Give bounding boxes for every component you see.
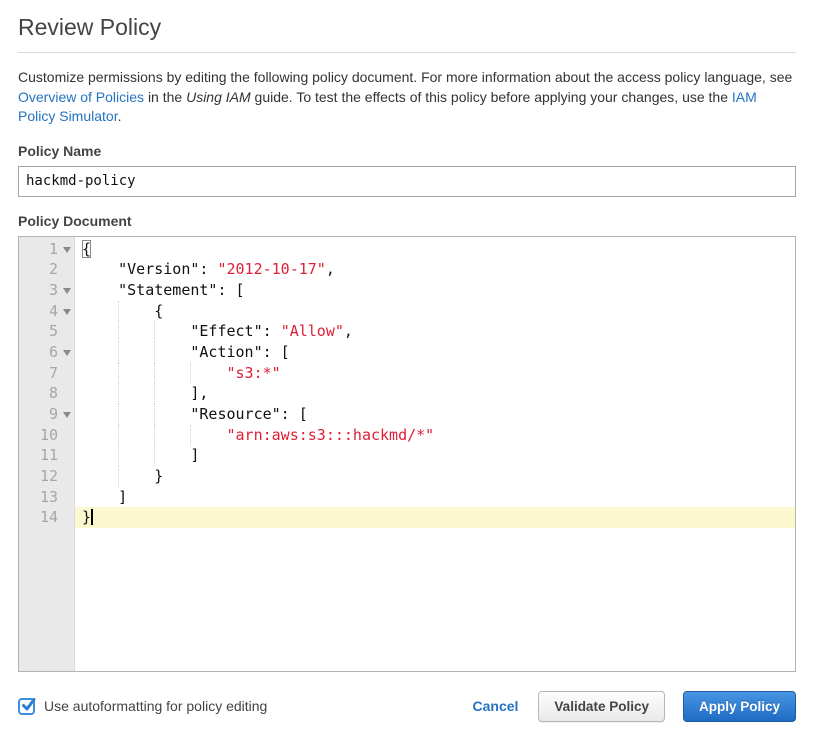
indent-guide	[154, 363, 155, 384]
guide-name-text: Using IAM	[186, 89, 251, 105]
code-line[interactable]: }	[75, 466, 795, 487]
intro-part3: guide. To test the effects of this polic…	[255, 89, 728, 105]
page-title: Review Policy	[18, 14, 796, 53]
policy-document-label: Policy Document	[18, 213, 796, 229]
indent-guide	[118, 404, 119, 425]
code-string-token: "s3:*"	[227, 364, 281, 382]
code-line[interactable]: "Resource": [	[75, 404, 795, 425]
fold-arrow-icon[interactable]	[63, 350, 71, 356]
code-line[interactable]: }	[75, 507, 795, 528]
gutter-line-number: 2	[19, 259, 74, 280]
editor-code-area[interactable]: { "Version": "2012-10-17", "Statement": …	[75, 237, 795, 671]
code-token: ],	[82, 384, 208, 402]
intro-part1: Customize permissions by editing the fol…	[18, 69, 792, 85]
autoformat-checkbox[interactable]	[18, 698, 35, 715]
code-token: }	[82, 508, 91, 526]
code-line[interactable]: ],	[75, 383, 795, 404]
policy-document-editor[interactable]: 1234567891011121314 { "Version": "2012-1…	[18, 236, 796, 672]
code-token: {	[82, 302, 163, 320]
indent-guide	[118, 301, 119, 322]
gutter-line-number: 12	[19, 466, 74, 487]
code-token: ]	[82, 488, 127, 506]
code-token: "Resource": [	[82, 405, 308, 423]
policy-name-label: Policy Name	[18, 143, 796, 159]
indent-guide	[154, 425, 155, 446]
gutter-line-number: 14	[19, 507, 74, 528]
intro-part4: .	[118, 108, 122, 124]
overview-of-policies-link[interactable]: Overview of Policies	[18, 89, 144, 105]
code-line[interactable]: ]	[75, 445, 795, 466]
intro-part2: in the	[148, 89, 182, 105]
code-string-token: "Allow"	[281, 322, 344, 340]
indent-guide	[154, 383, 155, 404]
indent-guide	[118, 445, 119, 466]
editor-gutter: 1234567891011121314	[19, 237, 75, 671]
code-line[interactable]: ]	[75, 487, 795, 508]
code-line[interactable]: "Effect": "Allow",	[75, 321, 795, 342]
code-token: }	[82, 467, 163, 485]
code-string-token: "2012-10-17"	[217, 260, 325, 278]
validate-policy-button[interactable]: Validate Policy	[538, 691, 665, 722]
indent-guide	[118, 383, 119, 404]
policy-name-input[interactable]	[18, 166, 796, 197]
indent-guide	[118, 466, 119, 487]
fold-arrow-icon[interactable]	[63, 288, 71, 294]
gutter-line-number: 5	[19, 321, 74, 342]
indent-guide	[154, 445, 155, 466]
indent-guide	[154, 342, 155, 363]
code-token: "Statement": [	[82, 281, 245, 299]
code-token: ,	[344, 322, 353, 340]
text-cursor	[91, 509, 93, 525]
gutter-line-number: 13	[19, 487, 74, 508]
gutter-line-number: 3	[19, 280, 74, 301]
fold-arrow-icon[interactable]	[63, 412, 71, 418]
code-line[interactable]: "s3:*"	[75, 363, 795, 384]
code-token: "Action": [	[82, 343, 290, 361]
code-line[interactable]: "Version": "2012-10-17",	[75, 259, 795, 280]
code-line[interactable]: "arn:aws:s3:::hackmd/*"	[75, 425, 795, 446]
indent-guide	[118, 425, 119, 446]
autoformat-label: Use autoformatting for policy editing	[44, 698, 267, 714]
gutter-line-number: 1	[19, 239, 74, 260]
indent-guide	[118, 363, 119, 384]
footer-actions: Cancel Validate Policy Apply Policy	[473, 691, 797, 722]
code-line[interactable]: "Action": [	[75, 342, 795, 363]
code-token: "Effect":	[82, 322, 281, 340]
fold-arrow-icon[interactable]	[63, 309, 71, 315]
indent-guide	[118, 342, 119, 363]
gutter-line-number: 10	[19, 425, 74, 446]
autoformat-option[interactable]: Use autoformatting for policy editing	[18, 698, 267, 715]
code-line[interactable]: {	[75, 301, 795, 322]
code-token: "Version":	[82, 260, 217, 278]
gutter-line-number: 9	[19, 404, 74, 425]
gutter-line-number: 6	[19, 342, 74, 363]
code-token: {	[82, 240, 91, 258]
code-token: ,	[326, 260, 335, 278]
indent-guide	[190, 363, 191, 384]
indent-guide	[190, 425, 191, 446]
cancel-link[interactable]: Cancel	[473, 698, 519, 714]
gutter-line-number: 7	[19, 363, 74, 384]
gutter-line-number: 11	[19, 445, 74, 466]
code-line[interactable]: {	[75, 239, 795, 260]
checkmark-icon	[20, 697, 37, 714]
indent-guide	[118, 321, 119, 342]
intro-text: Customize permissions by editing the fol…	[18, 68, 794, 127]
gutter-line-number: 8	[19, 383, 74, 404]
indent-guide	[154, 404, 155, 425]
apply-policy-button[interactable]: Apply Policy	[683, 691, 796, 722]
indent-guide	[154, 321, 155, 342]
review-policy-page: Review Policy Customize permissions by e…	[0, 14, 814, 722]
footer-bar: Use autoformatting for policy editing Ca…	[18, 691, 796, 722]
code-token: ]	[82, 446, 199, 464]
code-line[interactable]: "Statement": [	[75, 280, 795, 301]
fold-arrow-icon[interactable]	[63, 247, 71, 253]
code-string-token: "arn:aws:s3:::hackmd/*"	[227, 426, 435, 444]
gutter-line-number: 4	[19, 301, 74, 322]
